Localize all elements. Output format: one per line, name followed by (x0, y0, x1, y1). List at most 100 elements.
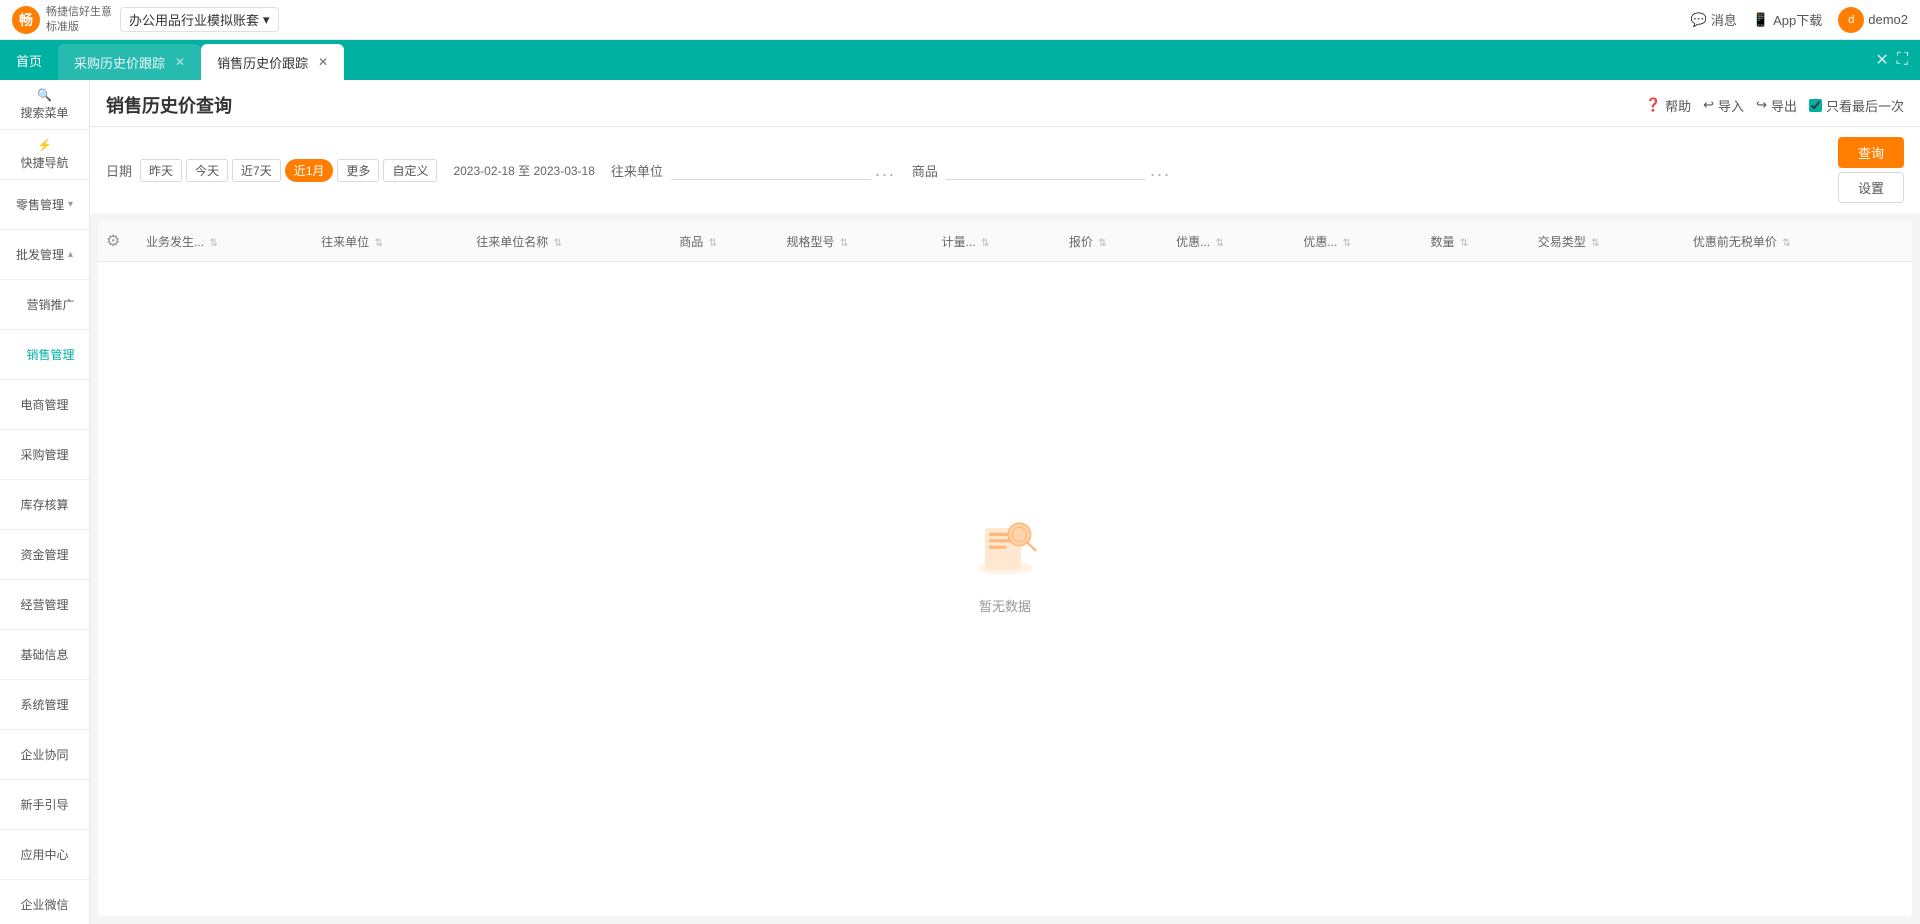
settings-button[interactable]: 设置 (1838, 172, 1904, 203)
message-button[interactable]: 💬 消息 (1691, 10, 1737, 29)
sidebar-item-inventory[interactable]: 库存核算 (0, 480, 89, 530)
page-title: 销售历史价查询 (106, 92, 232, 118)
col-label: 优惠... (1303, 235, 1337, 249)
app-selector[interactable]: 办公用品行业模拟账套 ▾ (120, 7, 279, 32)
column-product[interactable]: 商品 ⇅ (671, 221, 778, 262)
export-icon: ↪ (1756, 97, 1767, 113)
sidebar-item-finance-mgmt[interactable]: 资金管理 (0, 530, 89, 580)
column-biz-date[interactable]: 业务发生... ⇅ (138, 221, 313, 262)
page-header-actions: ❓ 帮助 ↩ 导入 ↪ 导出 只看最后一次 (1645, 96, 1904, 115)
column-counterpart[interactable]: 往来单位 ⇅ (313, 221, 468, 262)
custom-date-btn[interactable]: 自定义 (383, 159, 437, 182)
sidebar: 🔍 搜索菜单 ⚡ 快捷导航 零售管理 ▾ 批发管理 ▴ 营销推广 销售管理 电商… (0, 80, 90, 924)
download-icon: 📱 (1753, 12, 1769, 28)
today-btn[interactable]: 今天 (186, 159, 228, 182)
close-purchase-history-tab[interactable]: ✕ (175, 55, 185, 69)
product-picker-btn[interactable]: ... (1150, 160, 1171, 181)
close-sales-history-tab[interactable]: ✕ (318, 55, 328, 69)
column-trade-type[interactable]: 交易类型 ⇅ (1530, 221, 1685, 262)
message-icon: 💬 (1691, 12, 1707, 28)
quick-nav-icon: ⚡ (37, 138, 52, 152)
sort-icon: ⇅ (1591, 238, 1599, 249)
empty-illustration (965, 504, 1045, 584)
tab-purchase-history[interactable]: 采购历史价跟踪 ✕ (58, 44, 201, 80)
sidebar-item-marketing[interactable]: 营销推广 (0, 280, 89, 330)
sidebar-item-enterprise-collab[interactable]: 企业协同 (0, 730, 89, 780)
topbar-right: 💬 消息 📱 App下载 d demo2 (1691, 7, 1908, 33)
column-discount1[interactable]: 优惠... ⇅ (1168, 221, 1295, 262)
product-filter-group: 商品 ... (912, 160, 1171, 181)
chevron-up-icon: ▴ (68, 249, 73, 260)
logo-area: 畅 畅捷信好生意 标准版 (12, 5, 112, 34)
main-layout: 🔍 搜索菜单 ⚡ 快捷导航 零售管理 ▾ 批发管理 ▴ 营销推广 销售管理 电商… (0, 80, 1920, 924)
filter-area: 日期 昨天 今天 近7天 近1月 更多 自定义 2023-02-18 至 202… (90, 127, 1920, 213)
chevron-down-icon: ▾ (263, 12, 270, 28)
app-download-button[interactable]: 📱 App下载 (1753, 10, 1822, 29)
logo-text: 畅捷信好生意 标准版 (46, 5, 112, 34)
sort-icon: ⇅ (1782, 238, 1790, 249)
col-label: 交易类型 (1538, 235, 1586, 249)
sort-icon: ⇅ (1098, 238, 1106, 249)
sidebar-item-wholesale-mgmt[interactable]: 批发管理 ▴ (0, 230, 89, 280)
counterpart-input[interactable] (671, 160, 871, 180)
content-area: 销售历史价查询 ❓ 帮助 ↩ 导入 ↪ 导出 只看最后一次 (90, 80, 1920, 924)
only-last-checkbox-group: 只看最后一次 (1809, 96, 1904, 115)
sidebar-item-app-center[interactable]: 应用中心 (0, 830, 89, 880)
date-filter-group: 日期 昨天 今天 近7天 近1月 更多 自定义 2023-02-18 至 202… (106, 159, 595, 182)
sort-icon: ⇅ (709, 238, 717, 249)
tabbar: 首页 采购历史价跟踪 ✕ 销售历史价跟踪 ✕ ✕ ⛶ (0, 40, 1920, 80)
counterpart-picker-btn[interactable]: ... (875, 160, 896, 181)
help-button[interactable]: ❓ 帮助 (1645, 96, 1691, 115)
sidebar-item-quick-nav[interactable]: ⚡ 快捷导航 (0, 130, 89, 180)
sidebar-item-operations-mgmt[interactable]: 经营管理 (0, 580, 89, 630)
search-icon: 🔍 (37, 88, 52, 102)
sidebar-item-ecommerce-mgmt[interactable]: 电商管理 (0, 380, 89, 430)
gear-icon[interactable]: ⚙ (106, 233, 120, 250)
import-button[interactable]: ↩ 导入 (1703, 96, 1744, 115)
sidebar-item-search-menu[interactable]: 🔍 搜索菜单 (0, 80, 89, 130)
sort-icon: ⇅ (1215, 238, 1223, 249)
column-unit[interactable]: 计量... ⇅ (934, 221, 1061, 262)
table-header: ⚙ 业务发生... ⇅ 往来单位 ⇅ 往来单位名称 (98, 221, 1912, 262)
sidebar-item-enterprise-wechat[interactable]: 企业微信 (0, 880, 89, 924)
column-pretax-price[interactable]: 优惠前无税单价 ⇅ (1685, 221, 1912, 262)
sidebar-item-system-mgmt[interactable]: 系统管理 (0, 680, 89, 730)
page-header: 销售历史价查询 ❓ 帮助 ↩ 导入 ↪ 导出 只看最后一次 (90, 80, 1920, 127)
sort-icon: ⇅ (840, 238, 848, 249)
close-tab-button[interactable]: ✕ (1875, 50, 1888, 70)
sidebar-item-new-guide[interactable]: 新手引导 (0, 780, 89, 830)
sidebar-item-sales-mgmt[interactable]: 销售管理 (0, 330, 89, 380)
column-counterpart-name[interactable]: 往来单位名称 ⇅ (468, 221, 671, 262)
column-discount2[interactable]: 优惠... ⇅ (1295, 221, 1422, 262)
yesterday-btn[interactable]: 昨天 (140, 159, 182, 182)
counterpart-input-wrapper: ... (671, 160, 896, 181)
last1month-btn[interactable]: 近1月 (285, 159, 334, 182)
column-quoted-price[interactable]: 报价 ⇅ (1061, 221, 1168, 262)
more-date-btn[interactable]: 更多 (337, 159, 379, 182)
sidebar-item-basic-info[interactable]: 基础信息 (0, 630, 89, 680)
tab-sales-history[interactable]: 销售历史价跟踪 ✕ (201, 44, 344, 80)
user-profile[interactable]: d demo2 (1838, 7, 1908, 33)
query-button[interactable]: 查询 (1838, 137, 1904, 168)
col-label: 往来单位 (321, 235, 369, 249)
date-buttons: 昨天 今天 近7天 近1月 更多 自定义 (140, 159, 437, 182)
sidebar-item-purchase-mgmt[interactable]: 采购管理 (0, 430, 89, 480)
col-label: 优惠前无税单价 (1693, 235, 1777, 249)
sort-icon: ⇅ (1460, 238, 1468, 249)
sort-icon: ⇅ (209, 238, 217, 249)
column-quantity[interactable]: 数量 ⇅ (1423, 221, 1530, 262)
maximize-button[interactable]: ⛶ (1897, 51, 1908, 69)
tabbar-actions: ✕ ⛶ (1875, 50, 1920, 70)
data-table: ⚙ 业务发生... ⇅ 往来单位 ⇅ 往来单位名称 (98, 221, 1912, 262)
export-button[interactable]: ↪ 导出 (1756, 96, 1797, 115)
sidebar-item-retail-mgmt[interactable]: 零售管理 ▾ (0, 180, 89, 230)
date-range-display: 2023-02-18 至 2023-03-18 (453, 162, 594, 179)
column-settings: ⚙ (98, 221, 138, 262)
sort-icon: ⇅ (374, 238, 382, 249)
product-input[interactable] (946, 160, 1146, 180)
column-spec[interactable]: 规格型号 ⇅ (779, 221, 934, 262)
only-last-checkbox[interactable] (1809, 99, 1822, 112)
tab-home[interactable]: 首页 (0, 40, 58, 80)
import-icon: ↩ (1703, 97, 1714, 113)
last7days-btn[interactable]: 近7天 (232, 159, 281, 182)
